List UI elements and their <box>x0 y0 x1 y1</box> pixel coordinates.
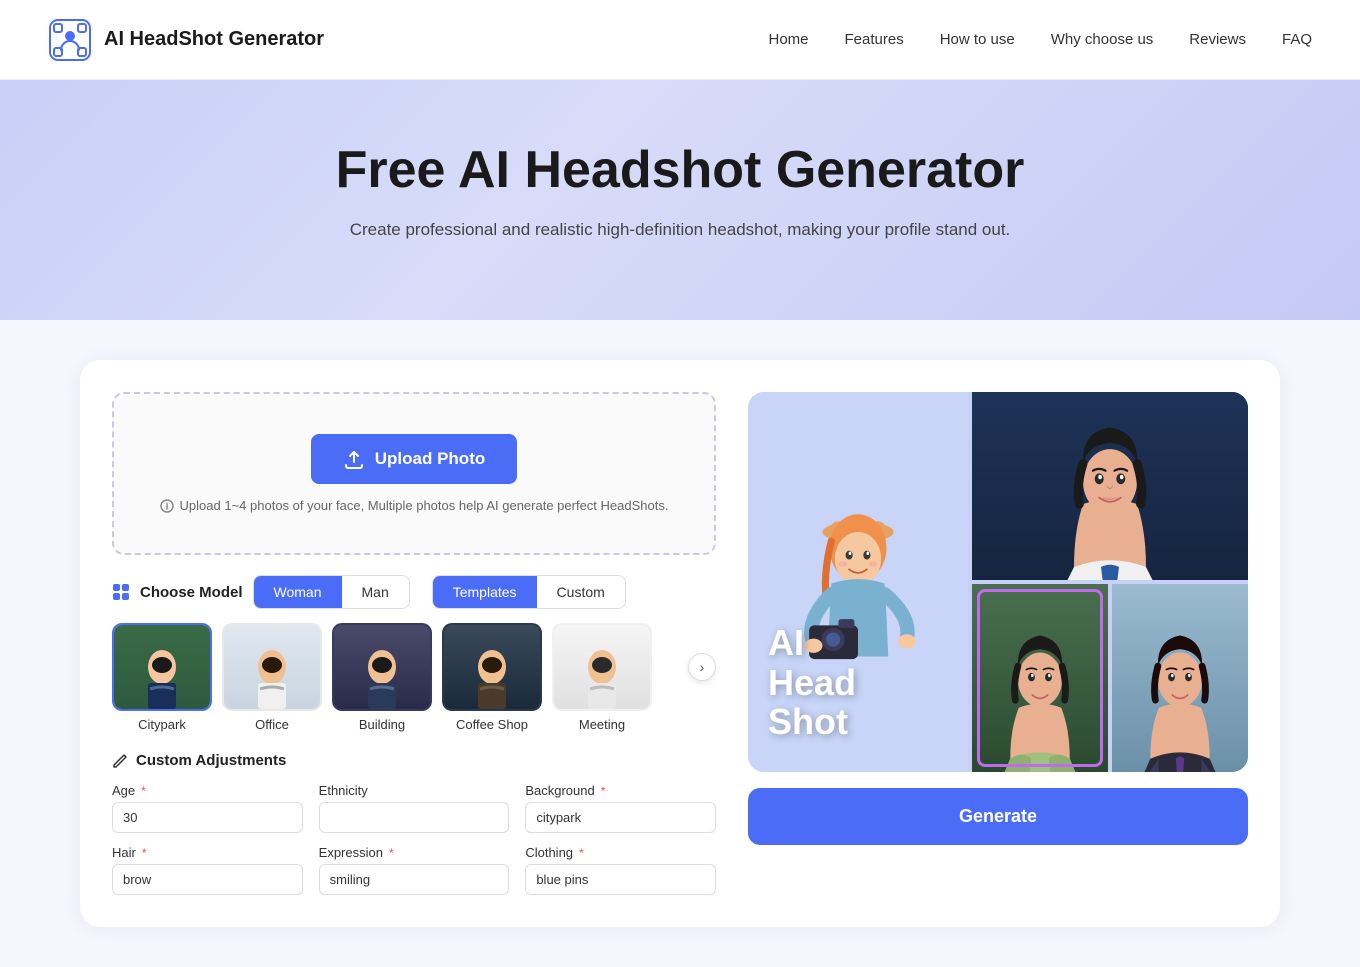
age-label: Age <box>112 783 135 798</box>
custom-adj-label: Custom Adjustments <box>112 752 716 769</box>
upload-icon <box>343 448 365 470</box>
choose-model-label: Choose Model <box>140 584 243 601</box>
background-input[interactable] <box>525 802 716 833</box>
background-label: Background <box>525 783 594 798</box>
clothing-label: Clothing <box>525 845 573 860</box>
clothing-required: * <box>579 846 584 860</box>
gender-toggle: Woman Man <box>253 575 410 609</box>
nav-features[interactable]: Features <box>845 31 904 48</box>
upload-hint: Upload 1~4 photos of your face, Multiple… <box>134 498 694 513</box>
generate-button[interactable]: Generate <box>748 788 1248 845</box>
ethnicity-label: Ethnicity <box>319 783 368 798</box>
nav-home[interactable]: Home <box>768 31 808 48</box>
mosaic-photo-bottom-right <box>1112 584 1248 772</box>
nav-links: Home Features How to use Why choose us R… <box>768 31 1312 48</box>
template-meeting-label: Meeting <box>579 717 625 732</box>
hair-label: Hair <box>112 845 136 860</box>
nav-how-to-use[interactable]: How to use <box>940 31 1015 48</box>
hero-section: Free AI Headshot Generator Create profes… <box>0 80 1360 320</box>
template-coffee-shop-label: Coffee Shop <box>456 717 528 732</box>
right-panel: AI Head Shot <box>748 392 1248 895</box>
custom-adjustments-section: Custom Adjustments Age * Ethnic <box>112 752 716 895</box>
model-photo-2 <box>972 610 1108 772</box>
hair-field-group: Hair * <box>112 845 303 895</box>
navbar: AI HeadShot Generator Home Features How … <box>0 0 1360 80</box>
nav-reviews[interactable]: Reviews <box>1189 31 1246 48</box>
man-toggle[interactable]: Man <box>342 576 409 608</box>
expression-input[interactable] <box>319 864 510 895</box>
hair-input[interactable] <box>112 864 303 895</box>
upload-button[interactable]: Upload Photo <box>311 434 517 484</box>
age-required: * <box>141 784 146 798</box>
clothing-field-group: Clothing * <box>525 845 716 895</box>
template-coffee-shop[interactable]: Coffee Shop <box>442 623 542 732</box>
hero-title: Free AI Headshot Generator <box>48 140 1312 200</box>
mosaic-illustration: AI Head Shot <box>748 392 968 772</box>
background-required: * <box>601 784 606 798</box>
ai-headshot-text: AI Head Shot <box>768 623 856 742</box>
preview-mosaic: AI Head Shot <box>748 392 1248 772</box>
mosaic-photo-bottom-mid <box>972 584 1108 772</box>
logo-container: AI HeadShot Generator <box>48 18 324 62</box>
model-icon <box>112 583 130 601</box>
hero-subtitle: Create professional and realistic high-d… <box>340 220 1020 240</box>
left-panel: Upload Photo Upload 1~4 photos of your f… <box>112 392 716 895</box>
template-office[interactable]: Office <box>222 623 322 732</box>
hair-required: * <box>142 846 147 860</box>
age-field-group: Age * <box>112 783 303 833</box>
template-building[interactable]: Building <box>332 623 432 732</box>
template-meeting[interactable]: Meeting <box>552 623 652 732</box>
template-building-label: Building <box>359 717 405 732</box>
ethnicity-field-group: Ethnicity <box>319 783 510 833</box>
nav-why-choose-us[interactable]: Why choose us <box>1051 31 1154 48</box>
template-scroll: Citypark Office <box>112 623 716 732</box>
scroll-right-arrow[interactable]: › <box>688 653 716 681</box>
template-citypark[interactable]: Citypark <box>112 623 212 732</box>
edit-icon <box>112 753 128 769</box>
model-photo-3 <box>1112 610 1248 772</box>
fields-grid: Age * Ethnicity <box>112 783 716 895</box>
mosaic-photo-top-right <box>972 392 1248 580</box>
main-section: Upload Photo Upload 1~4 photos of your f… <box>0 320 1360 967</box>
model-photo-1 <box>1020 400 1200 580</box>
template-office-label: Office <box>255 717 289 732</box>
expression-field-group: Expression * <box>319 845 510 895</box>
custom-toggle[interactable]: Custom <box>537 576 625 608</box>
upload-area[interactable]: Upload Photo Upload 1~4 photos of your f… <box>112 392 716 555</box>
site-title: AI HeadShot Generator <box>104 28 324 51</box>
template-citypark-label: Citypark <box>138 717 186 732</box>
expression-required: * <box>389 846 394 860</box>
main-card: Upload Photo Upload 1~4 photos of your f… <box>80 360 1280 927</box>
ethnicity-input[interactable] <box>319 802 510 833</box>
choose-model-row: Choose Model Woman Man Templates Custom <box>112 575 716 609</box>
nav-faq[interactable]: FAQ <box>1282 31 1312 48</box>
template-custom-toggle: Templates Custom <box>432 575 626 609</box>
background-field-group: Background * <box>525 783 716 833</box>
clothing-input[interactable] <box>525 864 716 895</box>
info-icon <box>160 499 174 513</box>
logo-icon <box>48 18 92 62</box>
templates-toggle[interactable]: Templates <box>433 576 537 608</box>
woman-toggle[interactable]: Woman <box>254 576 342 608</box>
age-input[interactable] <box>112 802 303 833</box>
expression-label: Expression <box>319 845 383 860</box>
